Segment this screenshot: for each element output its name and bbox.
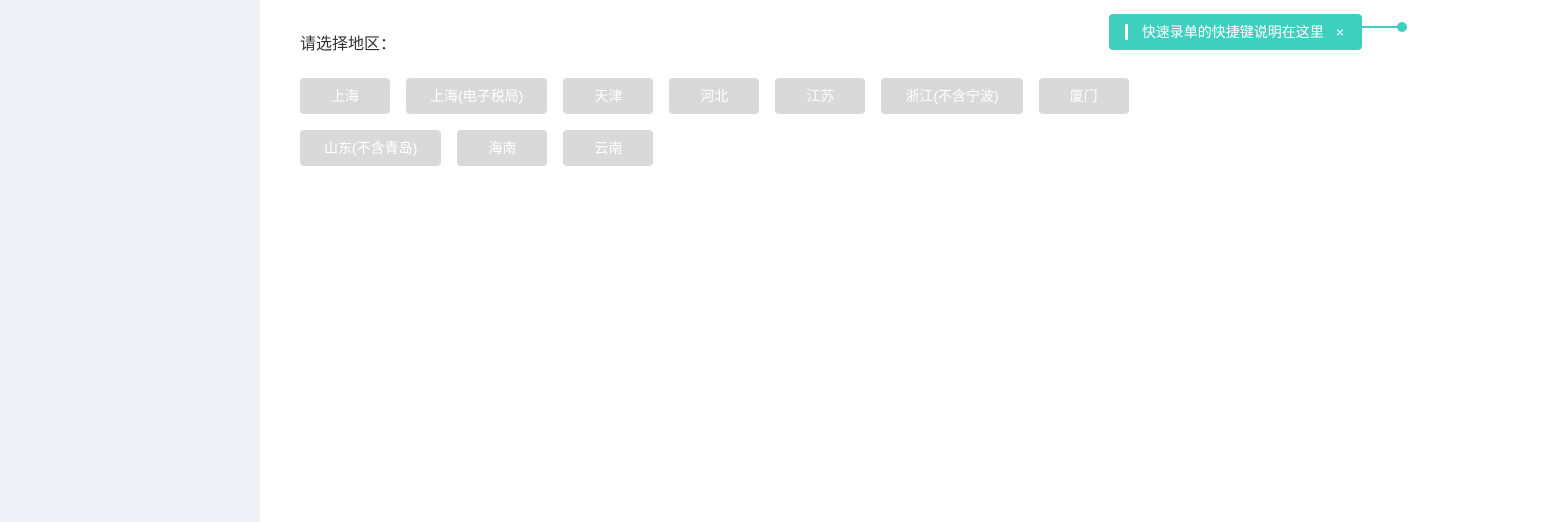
tooltip-text: 快速录单的快捷键说明在这里 [1142,22,1324,42]
region-buttons-row2: 山东(不含青岛) 海南 云南 [300,130,1522,166]
region-btn-hainan[interactable]: 海南 [457,130,547,166]
region-btn-shanghai[interactable]: 上海 [300,78,390,114]
region-btn-hebei[interactable]: 河北 [669,78,759,114]
region-btn-xiamen[interactable]: 厦门 [1039,78,1129,114]
region-btn-zhejiang[interactable]: 浙江(不含宁波) [881,78,1022,114]
tooltip-banner: 快速录单的快捷键说明在这里 × [1109,14,1362,50]
region-buttons-container: 上海 上海(电子税局) 天津 河北 江苏 浙江(不含宁波) 厦门 [300,78,1522,114]
region-btn-jiangsu[interactable]: 江苏 [775,78,865,114]
connector-dot [1397,22,1407,32]
region-btn-yunnan[interactable]: 云南 [563,130,653,166]
region-btn-shanghai-etax[interactable]: 上海(电子税局) [406,78,547,114]
tooltip-close-button[interactable]: × [1334,24,1346,40]
region-btn-tianjin[interactable]: 天津 [563,78,653,114]
region-btn-shandong[interactable]: 山东(不含青岛) [300,130,441,166]
main-content: 请选择地区： 上海 上海(电子税局) 天津 河北 江苏 浙江(不含宁波) 厦门 … [260,0,1562,522]
left-sidebar [0,0,260,522]
